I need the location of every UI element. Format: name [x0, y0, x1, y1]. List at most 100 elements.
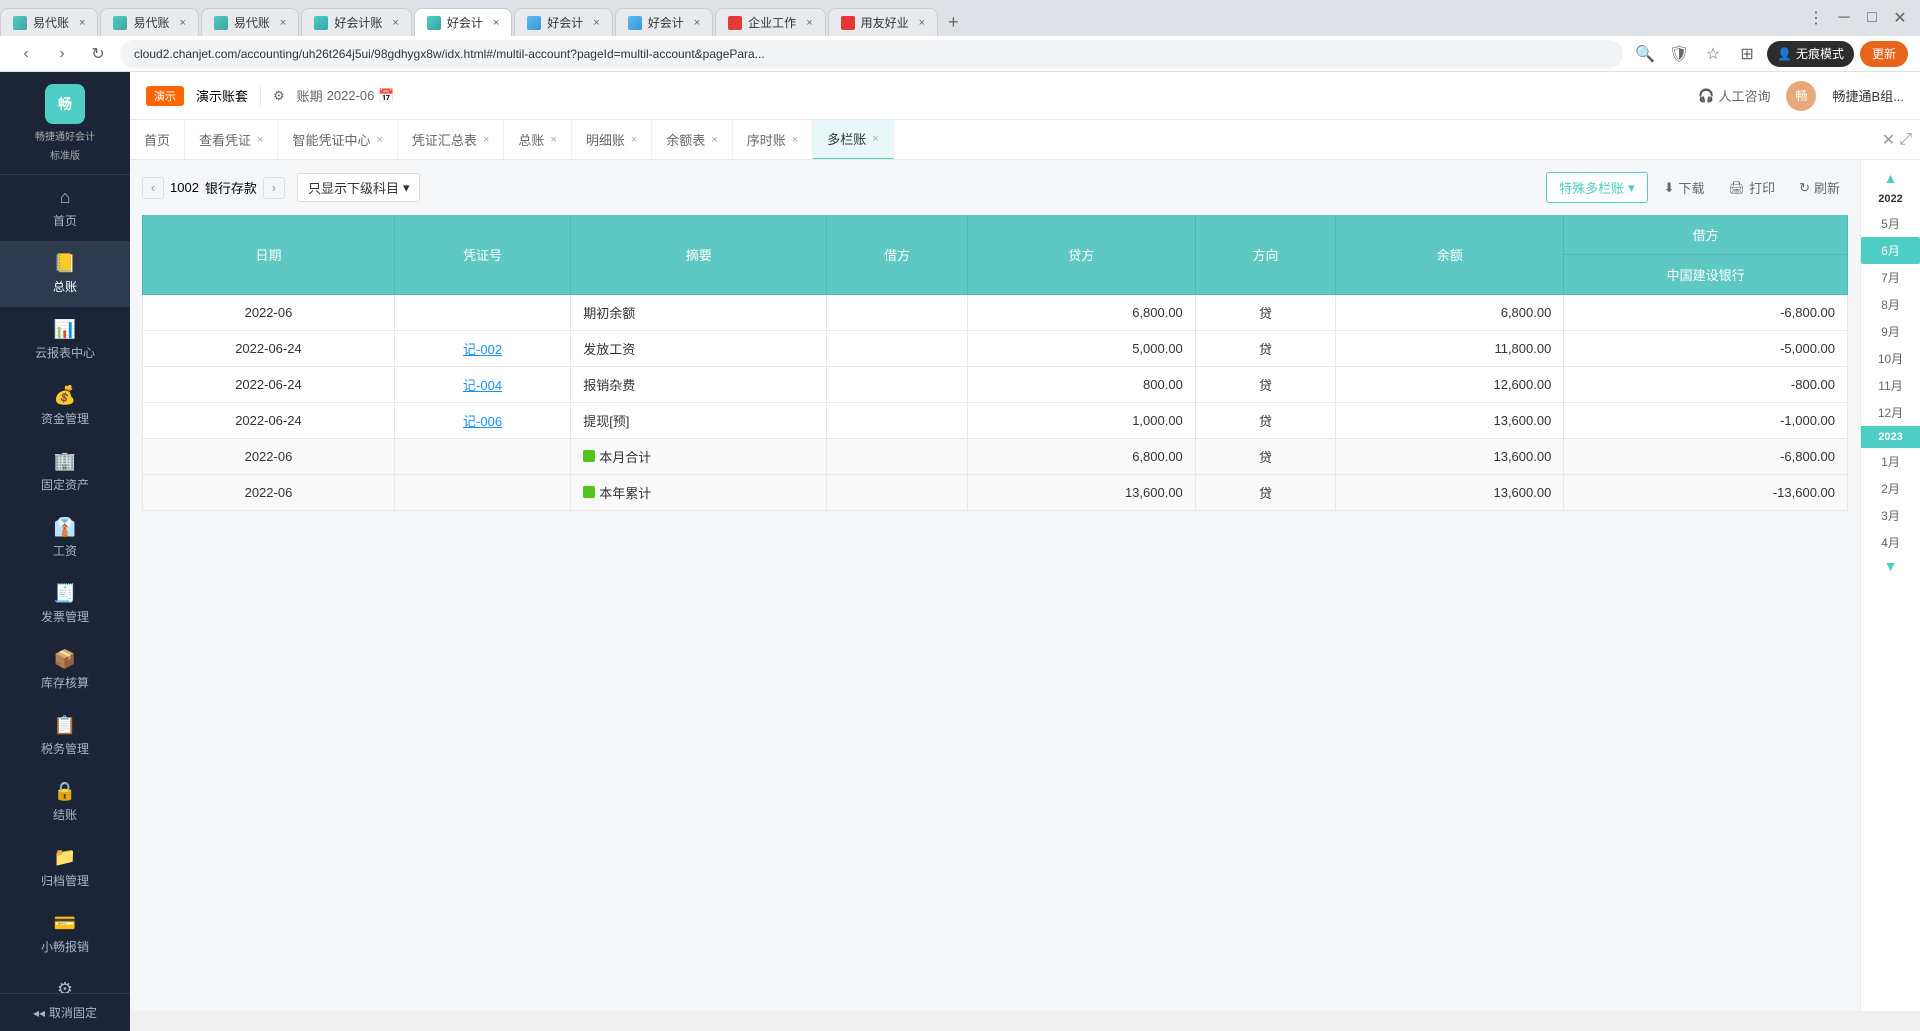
sidebar-item-general[interactable]: 📒 总账: [0, 241, 130, 307]
prev-account-button[interactable]: ‹: [142, 177, 164, 199]
voucher-link[interactable]: 记-006: [463, 414, 502, 429]
tab-balance-sheet[interactable]: 余额表 ×: [652, 120, 732, 160]
download-button[interactable]: ⬇ 下载: [1656, 173, 1713, 202]
print-button[interactable]: 🖨 打印: [1721, 173, 1784, 202]
account-nav: ‹ 1002 银行存款 ›: [142, 177, 285, 199]
date-nav-feb-2023[interactable]: 2月: [1861, 475, 1920, 502]
bottom-scrollbar[interactable]: [130, 1011, 1920, 1031]
sidebar-item-close[interactable]: 🔒 结账: [0, 769, 130, 835]
date-nav-up-button[interactable]: ▲: [1876, 168, 1906, 188]
tab-smart-voucher-close[interactable]: ×: [376, 134, 382, 146]
tab-close-9[interactable]: ×: [919, 17, 925, 29]
expand-panel-button[interactable]: ⤢: [1899, 131, 1912, 149]
tab-seq-ledger[interactable]: 序时账 ×: [733, 120, 813, 160]
tab-close-6[interactable]: ×: [593, 17, 599, 29]
tab-close-4[interactable]: ×: [392, 17, 398, 29]
date-nav-mar-2023[interactable]: 3月: [1861, 502, 1920, 529]
cell-multi-col: -13,600.00: [1564, 475, 1848, 511]
sub-filter-dropdown[interactable]: 只显示下级科目 ▾: [297, 173, 421, 202]
download-icon: ⬇: [1664, 180, 1675, 196]
star-button[interactable]: ☆: [1699, 40, 1727, 68]
tab-close-5[interactable]: ×: [493, 17, 499, 29]
date-nav-nov-2022[interactable]: 11月: [1861, 372, 1920, 399]
voucher-link[interactable]: 记-002: [463, 342, 502, 357]
logo-icon: 畅: [45, 84, 85, 124]
tab-voucher-summary-close[interactable]: ×: [483, 134, 489, 146]
tab-3[interactable]: 易代账 ×: [201, 8, 299, 36]
sidebar-item-home[interactable]: ⌂ 首页: [0, 175, 130, 241]
tab-close-8[interactable]: ×: [806, 17, 812, 29]
settings-btn[interactable]: ⚙: [273, 88, 285, 104]
tab-balance-sheet-close[interactable]: ×: [711, 134, 717, 146]
date-nav-jun-2022[interactable]: 6月: [1861, 237, 1920, 264]
tab-multi-col[interactable]: 多栏账 ×: [813, 120, 893, 160]
tab-voucher-view-label: 查看凭证: [199, 130, 251, 149]
tab-close-1[interactable]: ×: [79, 17, 85, 29]
wupao-mode-button[interactable]: 👤 无痕模式: [1767, 41, 1854, 67]
date-nav-sep-2022[interactable]: 9月: [1861, 318, 1920, 345]
new-tab-button[interactable]: +: [940, 8, 967, 36]
sidebar-item-reports[interactable]: 📊 云报表中心: [0, 307, 130, 373]
next-account-button[interactable]: ›: [263, 177, 285, 199]
tab-close-7[interactable]: ×: [694, 17, 700, 29]
tab-smart-voucher[interactable]: 智能凭证中心 ×: [278, 120, 397, 160]
tab-8[interactable]: 企业工作 ×: [715, 8, 825, 36]
date-nav-aug-2022[interactable]: 8月: [1861, 291, 1920, 318]
tab-seq-ledger-close[interactable]: ×: [792, 134, 798, 146]
maximize-button[interactable]: □: [1860, 6, 1884, 30]
multi-col-button[interactable]: 特殊多栏账 ▾: [1546, 172, 1648, 203]
search-button[interactable]: 🔍: [1631, 40, 1659, 68]
sidebar-pin-toggle[interactable]: ◂◂ 取消固定: [0, 993, 130, 1031]
date-nav-jan-2023[interactable]: 1月: [1861, 448, 1920, 475]
back-button[interactable]: ‹: [12, 40, 40, 68]
tab-6[interactable]: 好会计 ×: [514, 8, 612, 36]
tab-close-2[interactable]: ×: [179, 17, 185, 29]
forward-button[interactable]: ›: [48, 40, 76, 68]
tab-detail-ledger[interactable]: 明细账 ×: [572, 120, 652, 160]
tab-voucher-view[interactable]: 查看凭证 ×: [185, 120, 278, 160]
sidebar-toggle[interactable]: ⊞: [1733, 40, 1761, 68]
update-button[interactable]: 更新: [1860, 41, 1908, 67]
tab-general-ledger-close[interactable]: ×: [550, 134, 556, 146]
sidebar-item-assets[interactable]: 🏢 固定资产: [0, 439, 130, 505]
tab-list-button[interactable]: ⋮: [1804, 6, 1828, 30]
sidebar-item-funds[interactable]: 💰 资金管理: [0, 373, 130, 439]
tab-2[interactable]: 易代账 ×: [100, 8, 198, 36]
shield-button[interactable]: 🛡: [1665, 40, 1693, 68]
reload-button[interactable]: ↻: [84, 40, 112, 68]
sidebar-item-archive[interactable]: 📁 归档管理: [0, 835, 130, 901]
date-nav-may-2022[interactable]: 5月: [1861, 210, 1920, 237]
refresh-button[interactable]: ↻ 刷新: [1791, 173, 1848, 202]
tab-voucher-summary[interactable]: 凭证汇总表 ×: [398, 120, 504, 160]
sidebar-item-inventory[interactable]: 📦 库存核算: [0, 637, 130, 703]
tab-4[interactable]: 好会计账 ×: [301, 8, 411, 36]
consult-button[interactable]: 🎧 人工咨询: [1698, 86, 1770, 105]
date-nav-down-button[interactable]: ▼: [1876, 556, 1906, 576]
tab-7[interactable]: 好会计 ×: [615, 8, 713, 36]
sidebar-item-invoice[interactable]: 🧾 发票管理: [0, 571, 130, 637]
tab-home[interactable]: 首页: [130, 120, 185, 160]
tab-close-3[interactable]: ×: [280, 17, 286, 29]
tab-general-ledger[interactable]: 总账 ×: [504, 120, 571, 160]
tab-detail-ledger-close[interactable]: ×: [631, 134, 637, 146]
url-input[interactable]: cloud2.chanjet.com/accounting/uh26t264j5…: [120, 40, 1623, 68]
sidebar-item-tax[interactable]: 📋 税务管理: [0, 703, 130, 769]
logo-text: 畅: [58, 94, 72, 114]
tab-multi-col-close[interactable]: ×: [872, 133, 878, 145]
sidebar-item-expense[interactable]: 💳 小畅报销: [0, 901, 130, 967]
tab-1[interactable]: 易代账 ×: [0, 8, 98, 36]
close-panel-button[interactable]: ✕: [1882, 130, 1895, 150]
close-window-button[interactable]: ✕: [1888, 6, 1912, 30]
date-nav-dec-2022[interactable]: 12月: [1861, 399, 1920, 426]
sidebar-item-salary[interactable]: 👔 工资: [0, 505, 130, 571]
tab-9[interactable]: 用友好业 ×: [828, 8, 938, 36]
period-selector[interactable]: 账期 2022-06 📅: [297, 86, 395, 105]
tab-5[interactable]: 好会计 ×: [414, 8, 512, 36]
date-nav-oct-2022[interactable]: 10月: [1861, 345, 1920, 372]
sidebar-item-settings[interactable]: ⚙ 基础设置: [0, 967, 130, 993]
minimize-button[interactable]: ─: [1832, 6, 1856, 30]
tab-voucher-view-close[interactable]: ×: [257, 134, 263, 146]
voucher-link[interactable]: 记-004: [463, 378, 502, 393]
date-nav-apr-2023[interactable]: 4月: [1861, 529, 1920, 556]
date-nav-jul-2022[interactable]: 7月: [1861, 264, 1920, 291]
